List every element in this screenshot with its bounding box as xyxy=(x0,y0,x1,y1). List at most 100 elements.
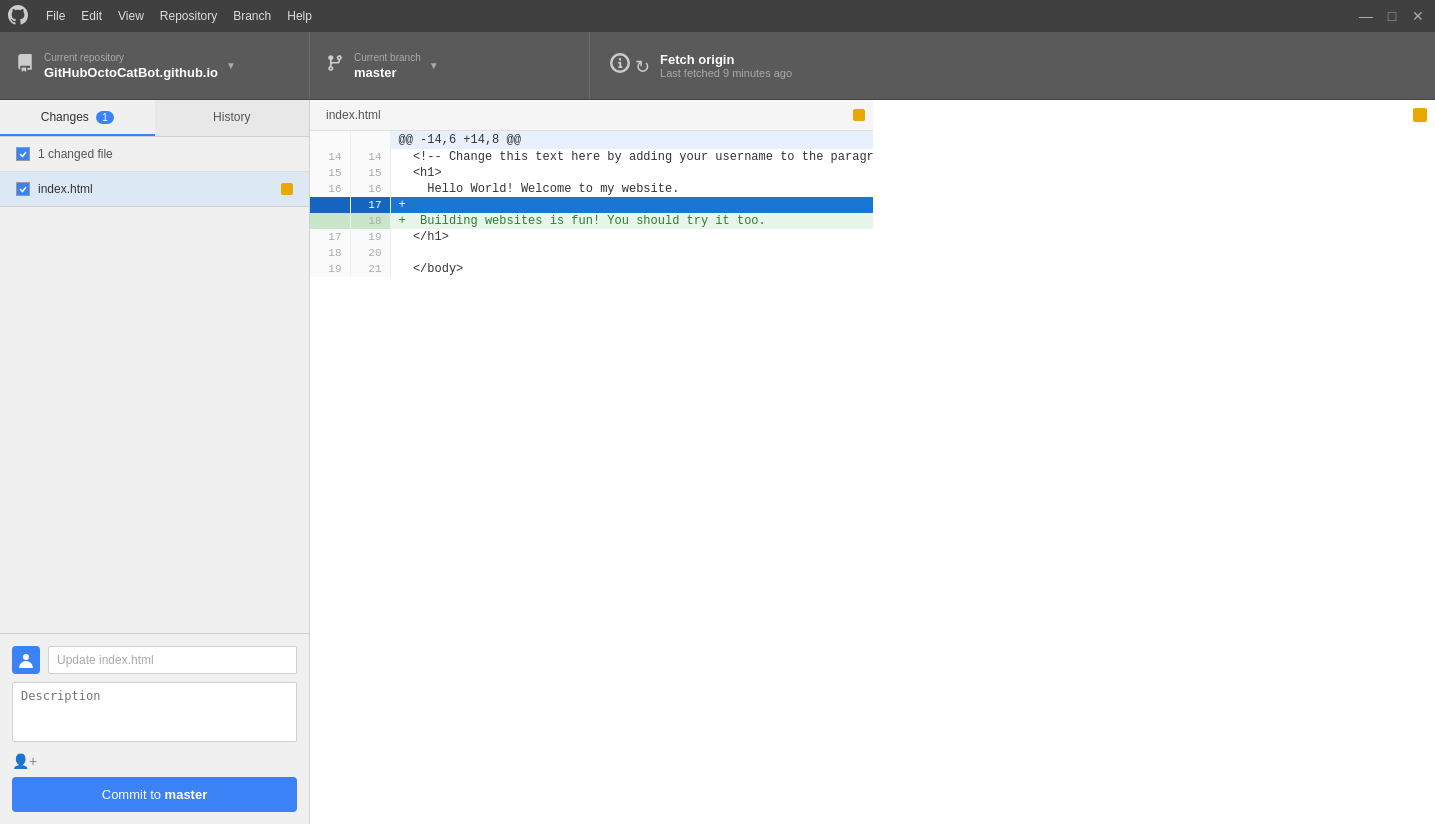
main-layout: Changes 1 History 1 changed file index.h… xyxy=(0,100,1435,824)
line-content: </body> xyxy=(390,261,873,277)
old-line-num: 18 xyxy=(310,245,350,261)
diff-header: index.html xyxy=(310,100,873,131)
current-branch-section[interactable]: Current branch master ▼ xyxy=(310,32,590,99)
old-line-num: 16 xyxy=(310,181,350,197)
file-list-header: 1 changed file xyxy=(0,137,309,172)
repo-icon xyxy=(16,54,34,77)
diff-area: index.html @@ -14,6 +14,8 @@ 14 14 xyxy=(310,100,873,824)
old-line-num: 19 xyxy=(310,261,350,277)
window-controls: — □ ✕ xyxy=(1357,8,1427,24)
line-content: Hello World! Welcome to my website. xyxy=(390,181,873,197)
fetch-icon: ↻ xyxy=(610,53,650,78)
file-item-index-html[interactable]: index.html xyxy=(0,172,309,207)
old-line-num: 14 xyxy=(310,149,350,165)
fetch-label: Fetch origin xyxy=(660,52,792,67)
sidebar: Changes 1 History 1 changed file index.h… xyxy=(0,100,310,824)
file-list: index.html xyxy=(0,172,309,403)
menu-bar: File Edit View Repository Branch Help xyxy=(46,9,312,23)
current-repo-info: Current repository GitHubOctoCatBot.gith… xyxy=(44,52,218,80)
hunk-old-num xyxy=(310,131,350,149)
menu-edit[interactable]: Edit xyxy=(81,9,102,23)
line-content: + xyxy=(390,197,873,213)
table-row: 17 + xyxy=(310,197,873,213)
fetch-text: Fetch origin Last fetched 9 minutes ago xyxy=(660,52,792,79)
changes-badge: 1 xyxy=(96,111,114,124)
toolbar: Current repository GitHubOctoCatBot.gith… xyxy=(0,32,1435,100)
old-line-num xyxy=(310,197,350,213)
line-content: <!-- Change this text here by adding you… xyxy=(390,149,873,165)
commit-button-label: Commit to master xyxy=(102,787,207,802)
current-branch-value: master xyxy=(354,65,421,80)
right-panel-empty xyxy=(873,100,1436,824)
tab-changes[interactable]: Changes 1 xyxy=(0,100,155,136)
menu-view[interactable]: View xyxy=(118,9,144,23)
diff-file-badge xyxy=(853,109,865,121)
filename-label: index.html xyxy=(38,182,273,196)
file-checkbox[interactable] xyxy=(16,182,30,196)
current-repo-section[interactable]: Current repository GitHubOctoCatBot.gith… xyxy=(0,32,310,99)
new-line-num: 16 xyxy=(350,181,390,197)
file-modified-badge xyxy=(281,183,293,195)
tab-history-label: History xyxy=(213,110,250,124)
new-line-num: 15 xyxy=(350,165,390,181)
tab-history[interactable]: History xyxy=(155,100,310,136)
tab-changes-label: Changes xyxy=(41,110,89,124)
new-line-num: 14 xyxy=(350,149,390,165)
titlebar: File Edit View Repository Branch Help — … xyxy=(0,0,1435,32)
branch-icon xyxy=(326,54,344,77)
old-line-num: 17 xyxy=(310,229,350,245)
coauthor-icon: 👤+ xyxy=(12,753,37,769)
current-branch-info: Current branch master xyxy=(354,52,421,80)
current-branch-label: Current branch xyxy=(354,52,421,63)
hunk-new-num xyxy=(350,131,390,149)
file-list-count: 1 changed file xyxy=(38,147,113,161)
sidebar-spacer xyxy=(0,403,309,634)
fetch-sublabel: Last fetched 9 minutes ago xyxy=(660,67,792,79)
table-row: 19 21 </body> xyxy=(310,261,873,277)
new-line-num: 18 xyxy=(350,213,390,229)
menu-branch[interactable]: Branch xyxy=(233,9,271,23)
old-line-num xyxy=(310,213,350,229)
table-row: 16 16 Hello World! Welcome to my website… xyxy=(310,181,873,197)
commit-message-row xyxy=(12,646,297,674)
hunk-header-content: @@ -14,6 +14,8 @@ xyxy=(390,131,873,149)
menu-repository[interactable]: Repository xyxy=(160,9,217,23)
minimize-button[interactable]: — xyxy=(1357,8,1375,24)
sidebar-tabs: Changes 1 History xyxy=(0,100,309,137)
table-row: 15 15 <h1> xyxy=(310,165,873,181)
table-row: 14 14 <!-- Change this text here by addi… xyxy=(310,149,873,165)
commit-description-input[interactable] xyxy=(12,682,297,742)
line-content: <h1> xyxy=(390,165,873,181)
line-content: + Building websites is fun! You should t… xyxy=(390,213,873,229)
commit-message-input[interactable] xyxy=(48,646,297,674)
commit-footer: 👤+ xyxy=(12,753,297,769)
github-logo-icon xyxy=(8,5,36,28)
commit-avatar xyxy=(12,646,40,674)
select-all-checkbox[interactable] xyxy=(16,147,30,161)
new-line-num: 20 xyxy=(350,245,390,261)
diff-filename: index.html xyxy=(326,108,381,122)
maximize-button[interactable]: □ xyxy=(1383,8,1401,24)
fetch-origin-section[interactable]: ↻ Fetch origin Last fetched 9 minutes ag… xyxy=(590,52,1435,79)
line-content: </h1> xyxy=(390,229,873,245)
table-row: 18 20 xyxy=(310,245,873,261)
line-content xyxy=(390,245,873,261)
menu-help[interactable]: Help xyxy=(287,9,312,23)
commit-button[interactable]: Commit to master xyxy=(12,777,297,812)
diff-content[interactable]: @@ -14,6 +14,8 @@ 14 14 <!-- Change this… xyxy=(310,131,873,824)
current-repo-label: Current repository xyxy=(44,52,218,63)
new-line-num: 21 xyxy=(350,261,390,277)
commit-area: 👤+ Commit to master xyxy=(0,633,309,824)
table-row: 17 19 </h1> xyxy=(310,229,873,245)
right-panel-badge xyxy=(1413,108,1427,122)
new-line-num: 19 xyxy=(350,229,390,245)
close-button[interactable]: ✕ xyxy=(1409,8,1427,24)
old-line-num: 15 xyxy=(310,165,350,181)
current-repo-value: GitHubOctoCatBot.github.io xyxy=(44,65,218,80)
repo-dropdown-icon: ▼ xyxy=(226,60,236,71)
menu-file[interactable]: File xyxy=(46,9,65,23)
diff-table: @@ -14,6 +14,8 @@ 14 14 <!-- Change this… xyxy=(310,131,873,277)
table-row: 18 + Building websites is fun! You shoul… xyxy=(310,213,873,229)
diff-hunk-header: @@ -14,6 +14,8 @@ xyxy=(310,131,873,149)
branch-dropdown-icon: ▼ xyxy=(429,60,439,71)
